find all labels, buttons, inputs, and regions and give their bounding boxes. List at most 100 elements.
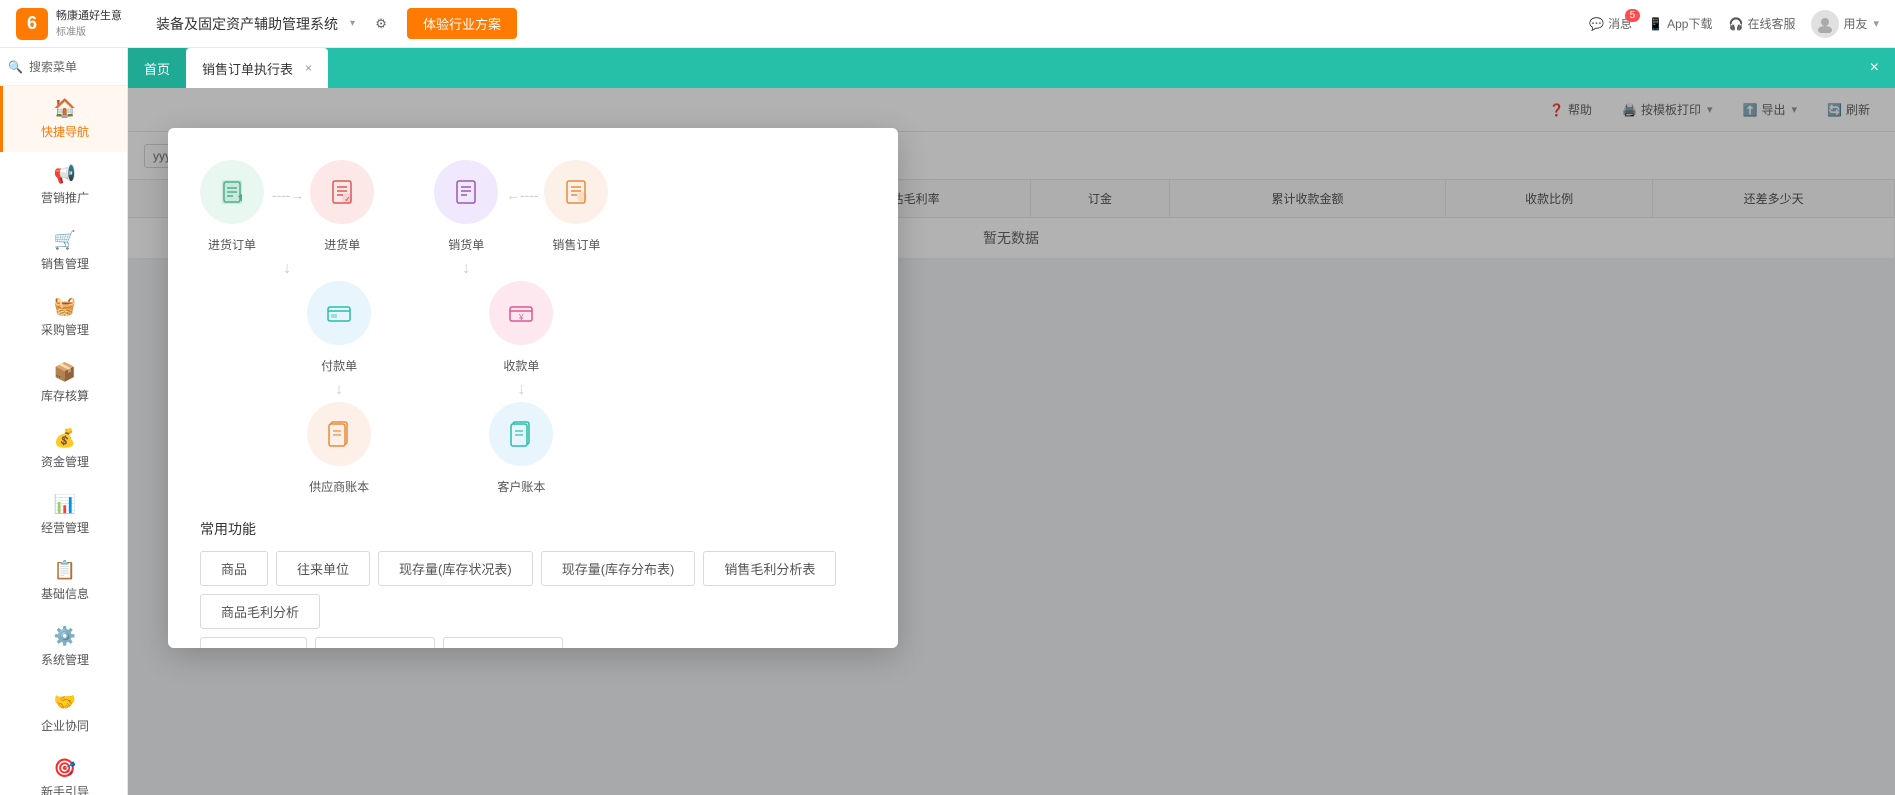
tab-bar: 首页 销售订单执行表 × × (128, 48, 1895, 88)
sidebar-item-enterprise[interactable]: 🤝 企业协同 (0, 680, 127, 746)
sidebar-item-sales[interactable]: 🛒 销售管理 (0, 218, 127, 284)
func-btn-sales-gross[interactable]: 销售毛利分析表 (703, 551, 836, 586)
modal: 进货订单 - - - - → ✓ 进货单 (168, 128, 898, 648)
supplier-arrow-down: ↓ (335, 378, 343, 402)
top-bar: 6 畅康通好生意 标准版 装备及固定资产辅助管理系统 ▾ ⚙ 体验行业方案 💬 … (0, 0, 1895, 48)
finance-icon: 💰 (54, 428, 76, 449)
user-menu[interactable]: 用友 ▾ (1811, 10, 1879, 38)
purchase-order-circle (200, 160, 264, 224)
sidebar-item-inventory[interactable]: 📦 库存核算 (0, 350, 127, 416)
flow-diagram: 进货订单 - - - - → ✓ 进货单 (200, 160, 866, 495)
sale-flow: 销货单 ← - - - - 销售订单 (434, 160, 608, 495)
payment-bill-label: 付款单 (321, 357, 357, 374)
system-title-dropdown-icon[interactable]: ▾ (350, 18, 355, 29)
top-bar-actions: 💬 消息 5 📱 App下载 🎧 在线客服 用友 ▾ (1589, 10, 1879, 38)
functions-grid: 商品 往来单位 现存量(库存状况表) 现存量(库存分布表) 销售毛利分析表 商品… (200, 551, 866, 629)
func-btn-goods-gross[interactable]: 商品毛利分析 (200, 594, 320, 629)
tab-bar-close-btn[interactable]: × (1870, 59, 1879, 77)
app-download-icon: 📱 (1648, 17, 1663, 31)
purchase-arrow-down: ↓ (168, 257, 319, 281)
sidebar-item-operation[interactable]: 📊 经营管理 (0, 482, 127, 548)
sidebar-item-finance[interactable]: 💰 资金管理 (0, 416, 127, 482)
sidebar-item-quick-nav[interactable]: 🏠 快捷导航 (0, 86, 127, 152)
app-download-btn[interactable]: 📱 App下载 (1648, 15, 1712, 32)
sale-order-label: 销售订单 (552, 236, 600, 253)
sale-order-node[interactable]: 销售订单 (544, 160, 608, 253)
supplier-ledger-label: 供应商账本 (309, 478, 369, 495)
sidebar-item-purchase[interactable]: 🧺 采购管理 (0, 284, 127, 350)
inventory-icon: 📦 (54, 362, 76, 383)
customer-ledger-circle (489, 402, 553, 466)
sidebar-item-marketing[interactable]: 📢 营销推广 (0, 152, 127, 218)
customer-area: 客户账本 (489, 402, 553, 495)
func-btn-payment-stats[interactable]: 付款情况统计 (443, 637, 563, 648)
settings-icon[interactable]: ⚙ (367, 10, 395, 38)
tab-home[interactable]: 首页 (128, 48, 186, 88)
functions-section: 常用功能 商品 往来单位 现存量(库存状况表) 现存量(库存分布表) 销售毛利分… (200, 519, 866, 648)
sale-row: 销货单 ← - - - - 销售订单 (434, 160, 608, 253)
supplier-area: 供应商账本 (307, 402, 371, 495)
sidebar: 🔍 搜索菜单 🏠 快捷导航 📢 营销推广 🛒 销售管理 🧺 采购管理 📦 (0, 48, 128, 795)
purchase-order-label: 进货订单 (208, 236, 256, 253)
search-icon: 🔍 (8, 60, 23, 74)
experience-btn[interactable]: 体验行业方案 (407, 8, 517, 39)
online-service-btn[interactable]: 🎧 在线客服 (1728, 15, 1795, 32)
receipt-bill-circle: ¥ (489, 281, 553, 345)
sidebar-search[interactable]: 🔍 搜索菜单 (0, 48, 127, 86)
purchase-order-node[interactable]: 进货订单 (200, 160, 264, 253)
enterprise-icon: 🤝 (54, 692, 76, 713)
app-wrapper: 6 畅康通好生意 标准版 装备及固定资产辅助管理系统 ▾ ⚙ 体验行业方案 💬 … (0, 0, 1895, 795)
purchase-bill-circle: ✓ (310, 160, 374, 224)
content-main: ❓ 帮助 🖨️ 按模板打印 ▾ ⬆️ 导出 ▾ 🔄 (128, 88, 1895, 795)
sidebar-item-system[interactable]: ⚙️ 系统管理 (0, 614, 127, 680)
tab-sales-order[interactable]: 销售订单执行表 × (186, 48, 328, 88)
sale-order-circle (544, 160, 608, 224)
supplier-ledger-node[interactable]: 供应商账本 (307, 402, 371, 495)
func-btn-goods[interactable]: 商品 (200, 551, 268, 586)
purchase-bill-node[interactable]: ✓ 进货单 (310, 160, 374, 253)
main-area: 🔍 搜索菜单 🏠 快捷导航 📢 营销推广 🛒 销售管理 🧺 采购管理 📦 (0, 48, 1895, 795)
sidebar-item-guide[interactable]: 🎯 新手引导 (0, 746, 127, 795)
sale-bill-label: 销货单 (448, 236, 484, 253)
purchase-bill-label: 进货单 (324, 236, 360, 253)
payment-area: 付款单 (307, 281, 371, 374)
purchase-row: 进货订单 - - - - → ✓ 进货单 (200, 160, 374, 253)
content-area: 首页 销售订单执行表 × × ❓ 帮助 🖨️ (128, 48, 1895, 795)
system-icon: ⚙️ (54, 626, 76, 647)
func-btn-partners[interactable]: 往来单位 (276, 551, 370, 586)
message-icon: 💬 (1589, 17, 1604, 31)
online-service-icon: 🎧 (1728, 17, 1743, 31)
tab-close-btn[interactable]: × (305, 61, 312, 75)
purchase-icon: 🧺 (54, 296, 76, 317)
sale-bill-node[interactable]: 销货单 (434, 160, 498, 253)
customer-ledger-node[interactable]: 客户账本 (489, 402, 553, 495)
payment-bill-node[interactable]: 付款单 (307, 281, 371, 374)
message-btn[interactable]: 💬 消息 5 (1589, 15, 1632, 32)
system-title: 装备及固定资产辅助管理系统 (156, 14, 338, 34)
logo-icon: 6 (16, 8, 48, 40)
purchase-flow: 进货订单 - - - - → ✓ 进货单 (200, 160, 374, 495)
func-btn-sales-rank[interactable]: 销售排行榜 (200, 637, 307, 648)
guide-icon: 🎯 (54, 758, 76, 779)
customer-arrow-down: ↓ (517, 378, 525, 402)
receipt-bill-node[interactable]: ¥ 收款单 (489, 281, 553, 374)
basic-info-icon: 📋 (54, 560, 76, 581)
functions-grid-row2: 销售排行榜 收款情况统计 付款情况统计 (200, 637, 866, 648)
svg-text:✓: ✓ (345, 197, 351, 204)
logo-section: 6 畅康通好生意 标准版 (16, 8, 144, 40)
payment-bill-circle (307, 281, 371, 345)
logo-subtitle: 标准版 (56, 23, 122, 38)
user-dropdown-icon: ▾ (1873, 17, 1879, 30)
func-btn-receipt-stats[interactable]: 收款情况统计 (315, 637, 435, 648)
sale-arrow-down: ↓ (434, 257, 608, 281)
modal-overlay[interactable]: 进货订单 - - - - → ✓ 进货单 (128, 88, 1895, 795)
func-btn-inventory-status[interactable]: 现存量(库存状况表) (378, 551, 533, 586)
sales-icon: 🛒 (54, 230, 76, 251)
func-btn-inventory-dist[interactable]: 现存量(库存分布表) (541, 551, 696, 586)
quick-nav-icon: 🏠 (54, 98, 76, 119)
operation-icon: 📊 (54, 494, 76, 515)
logo-text: 畅康通好生意 (56, 9, 122, 23)
sidebar-item-basic-info[interactable]: 📋 基础信息 (0, 548, 127, 614)
message-badge: 5 (1625, 9, 1641, 22)
avatar (1811, 10, 1839, 38)
